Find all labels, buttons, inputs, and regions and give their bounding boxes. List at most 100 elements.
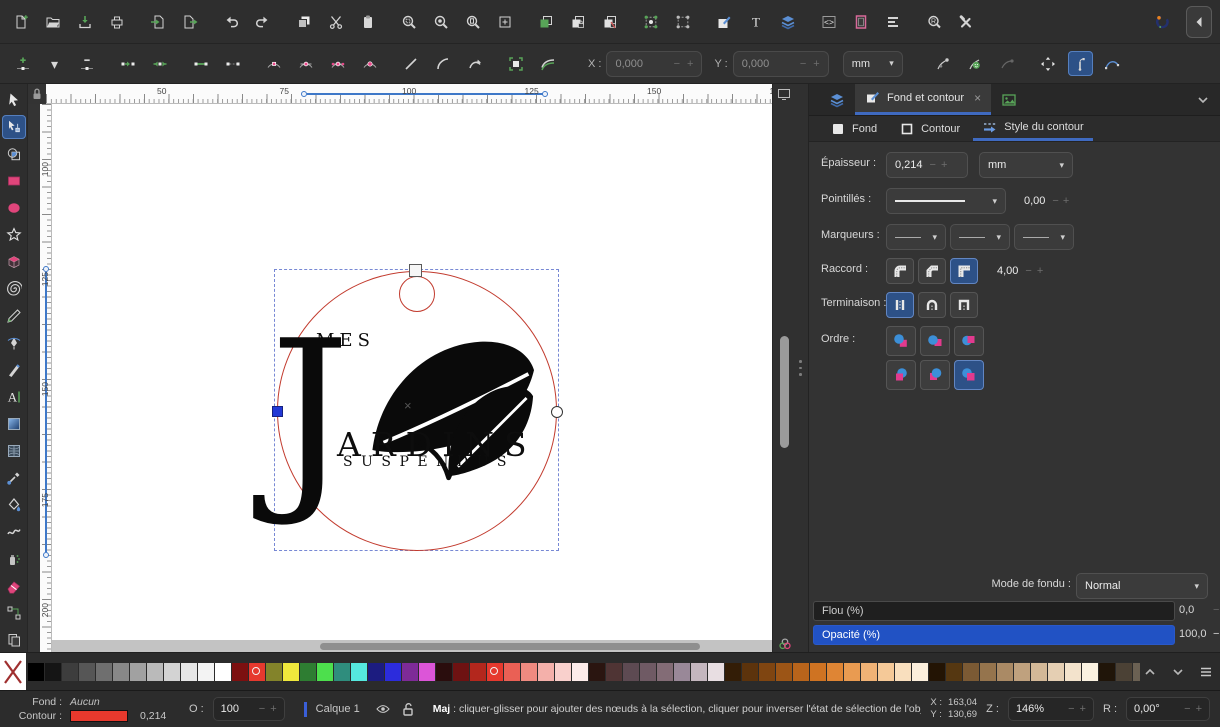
edit-clip-icon[interactable] <box>931 51 956 76</box>
delete-segment-icon[interactable] <box>220 51 245 76</box>
selected-node[interactable] <box>272 406 283 417</box>
palette-swatch[interactable] <box>402 663 418 681</box>
palette-swatch[interactable] <box>96 663 112 681</box>
horizontal-ruler[interactable]: 5075100125150175 <box>46 84 772 104</box>
miter-limit-field[interactable]: 4,00− + <box>989 258 1063 284</box>
dock-resize-grip[interactable] <box>799 360 802 376</box>
palette-swatch[interactable] <box>810 663 826 681</box>
open-document-icon[interactable] <box>40 9 65 34</box>
palette-swatch[interactable] <box>470 663 486 681</box>
paint-bucket-tool-icon[interactable] <box>2 493 26 517</box>
palette-swatch[interactable] <box>62 663 78 681</box>
export-icon[interactable] <box>177 9 202 34</box>
stroke-width-field[interactable]: 0,214− + <box>886 152 968 178</box>
palette-swatch[interactable] <box>997 663 1013 681</box>
opacity-minus[interactable]: − <box>1213 628 1219 640</box>
palette-swatch[interactable] <box>861 663 877 681</box>
connector-tool-icon[interactable] <box>2 601 26 625</box>
preferences-icon[interactable] <box>953 9 978 34</box>
palette-swatch[interactable] <box>844 663 860 681</box>
palette-swatch[interactable] <box>1065 663 1081 681</box>
palette-swatch[interactable] <box>164 663 180 681</box>
node-smooth-icon[interactable] <box>293 51 318 76</box>
zoom-fit-icon[interactable] <box>492 9 517 34</box>
palette-swatch[interactable] <box>1082 663 1098 681</box>
palette-swatch[interactable] <box>300 663 316 681</box>
palette-swatch[interactable] <box>453 663 469 681</box>
color-wheel-icon[interactable] <box>777 636 793 652</box>
stroke-unit-dropdown[interactable]: mm ▾ <box>979 152 1073 178</box>
node-handle-right[interactable] <box>551 406 563 418</box>
undo-icon[interactable] <box>218 9 243 34</box>
palette-swatch[interactable] <box>215 663 231 681</box>
chevron-down-icon[interactable] <box>1185 84 1220 115</box>
palette-swatch[interactable] <box>419 663 435 681</box>
cap-butt-button[interactable] <box>886 292 914 318</box>
zoom-drawing-icon[interactable] <box>428 9 453 34</box>
join-nodes-icon[interactable] <box>115 51 140 76</box>
palette-swatch[interactable] <box>436 663 452 681</box>
clone-icon[interactable] <box>565 9 590 34</box>
marker-start-dropdown[interactable]: ▾ <box>886 224 946 250</box>
edit-mask-icon[interactable] <box>963 51 988 76</box>
palette-swatch[interactable] <box>385 663 401 681</box>
tab-fond-et-contour[interactable]: Fond et contour × <box>855 84 992 115</box>
layers-dialog-icon[interactable] <box>775 9 800 34</box>
vertical-ruler[interactable]: 100 125 150 175 200 <box>40 104 52 652</box>
opacity-slider[interactable]: Opacité (%) <box>813 625 1175 645</box>
eraser-tool-icon[interactable] <box>2 574 26 598</box>
stroke-width-value[interactable]: 0,214 <box>140 710 180 722</box>
blend-mode-dropdown[interactable]: Normal ▾ <box>1076 573 1208 599</box>
object-opacity-field[interactable]: 100− + <box>212 697 285 721</box>
palette-swatch[interactable] <box>674 663 690 681</box>
lpe-edit-icon[interactable] <box>995 51 1020 76</box>
segment-curve-icon[interactable] <box>430 51 455 76</box>
palette-swatch[interactable] <box>980 663 996 681</box>
palette-swatch[interactable] <box>742 663 758 681</box>
node-handle-top[interactable] <box>409 264 422 277</box>
vertical-scrollbar[interactable] <box>780 336 789 448</box>
tab-style-du-contour[interactable]: Style du contour <box>973 116 1093 141</box>
insert-node-menu-icon[interactable]: ▾ <box>42 51 67 76</box>
no-color-swatch[interactable] <box>0 653 26 691</box>
ellipse-tool-icon[interactable] <box>2 196 26 220</box>
mesh-tool-icon[interactable] <box>2 439 26 463</box>
show-handles-icon[interactable] <box>1067 51 1093 76</box>
selector-icon[interactable] <box>2 88 26 112</box>
canvas-page[interactable]: MES J ARDINS SUSPENDUS × <box>52 104 772 640</box>
box-3d-tool-icon[interactable] <box>2 250 26 274</box>
zoom-field[interactable]: 146% − + <box>1007 697 1094 721</box>
palette-swatch[interactable] <box>1116 663 1132 681</box>
palette-swatch[interactable] <box>283 663 299 681</box>
find-replace-icon[interactable]: R <box>921 9 946 34</box>
unlink-clone-icon[interactable] <box>597 9 622 34</box>
node-cusp-icon[interactable] <box>261 51 286 76</box>
marker-end-dropdown[interactable]: ▾ <box>1014 224 1074 250</box>
layer-lock-icon[interactable] <box>400 701 416 717</box>
palette-swatch[interactable] <box>147 663 163 681</box>
new-document-icon[interactable] <box>8 9 33 34</box>
fill-stroke-dialog-icon[interactable] <box>711 9 736 34</box>
palette-swatch[interactable] <box>249 663 265 681</box>
palette-menu-icon[interactable] <box>1198 664 1214 680</box>
pages-tool-icon[interactable] <box>2 628 26 652</box>
palette-swatch[interactable] <box>589 663 605 681</box>
stroke-color-swatch[interactable] <box>70 710 128 722</box>
pen-tool-icon[interactable] <box>2 331 26 355</box>
node-editor-icon[interactable] <box>1 115 26 139</box>
tab-calques[interactable] <box>819 84 855 115</box>
join-with-segment-icon[interactable] <box>188 51 213 76</box>
palette-swatch[interactable] <box>28 663 44 681</box>
palette-swatch[interactable] <box>130 663 146 681</box>
unit-dropdown[interactable]: mm ▾ <box>842 50 903 77</box>
palette-swatch[interactable] <box>1099 663 1115 681</box>
palette-swatch[interactable] <box>725 663 741 681</box>
palette-swatch[interactable] <box>946 663 962 681</box>
blur-value[interactable]: 0,0 <box>1179 604 1194 616</box>
palette-swatch[interactable] <box>198 663 214 681</box>
save-document-icon[interactable] <box>72 9 97 34</box>
palette-swatch[interactable] <box>113 663 129 681</box>
layer-name[interactable]: Calque 1 <box>316 703 360 715</box>
palette-swatch[interactable] <box>827 663 843 681</box>
order-button-6[interactable] <box>954 360 984 390</box>
